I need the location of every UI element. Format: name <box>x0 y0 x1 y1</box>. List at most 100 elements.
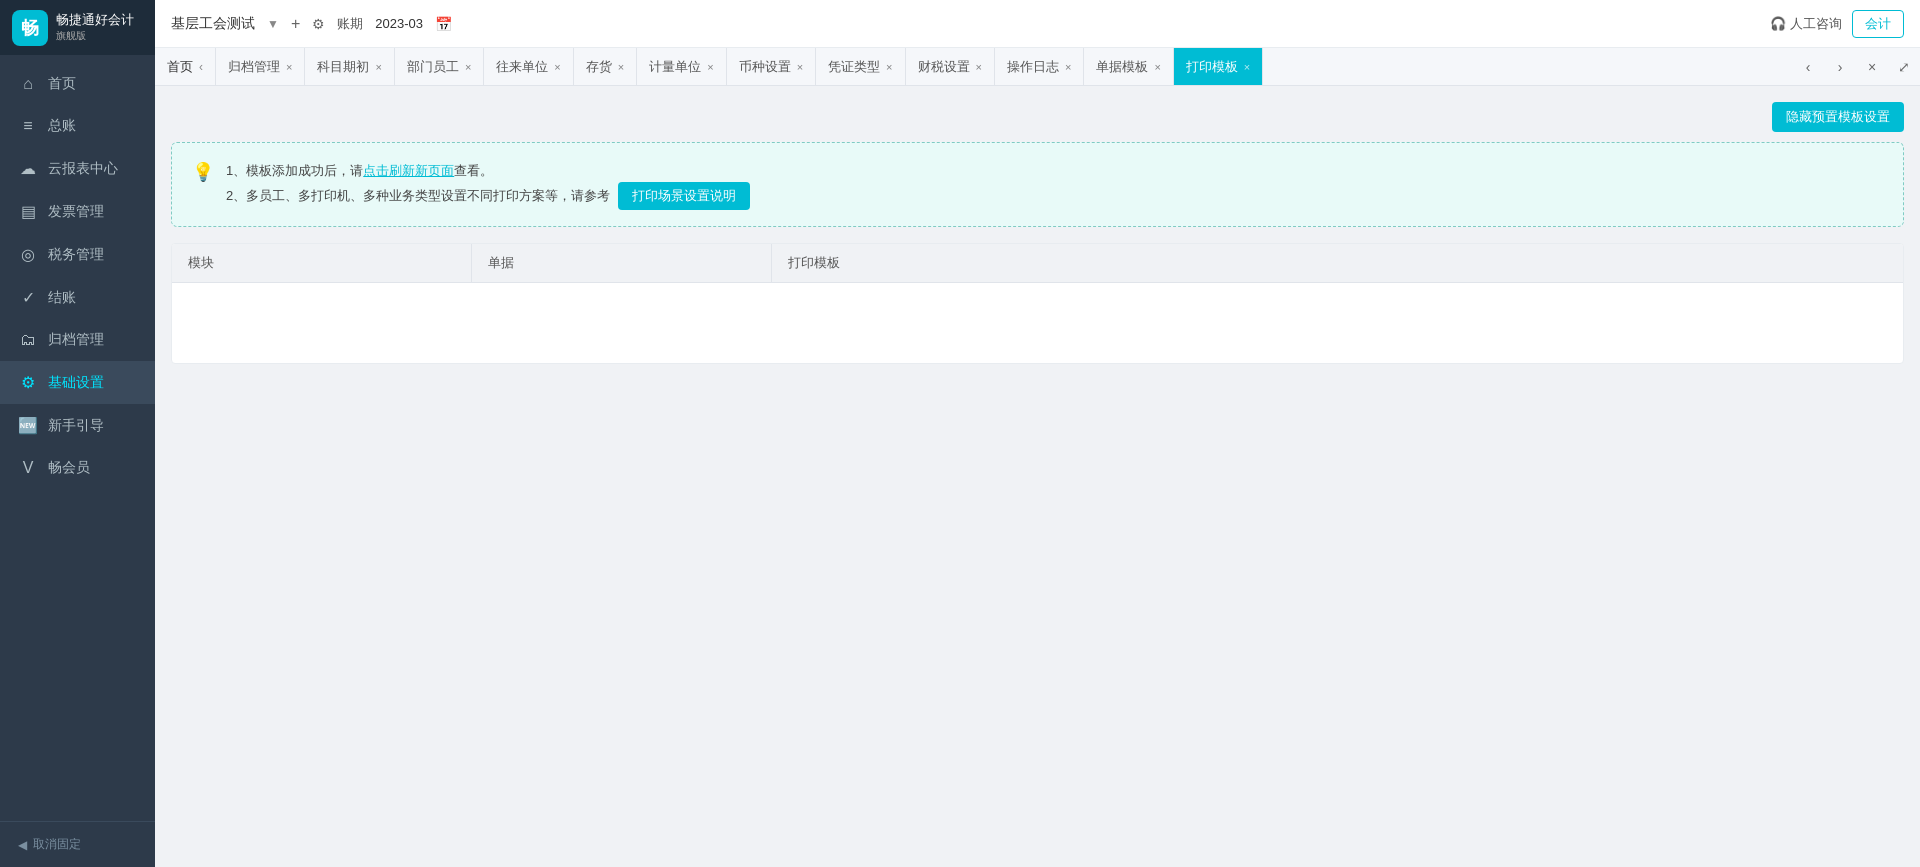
tab-stock[interactable]: 存货 × <box>574 48 637 86</box>
tab-scroll-right[interactable]: › <box>1824 48 1856 86</box>
top-right: 🎧 人工咨询 会计 <box>1770 10 1904 38</box>
tab-print-close[interactable]: × <box>1244 61 1250 73</box>
sidebar-nav: ⌂ 首页 ≡ 总账 ☁ 云报表中心 ▤ 发票管理 ◎ 税务管理 ✓ 结账 🗂 归… <box>0 55 155 821</box>
logo-icon: 畅 <box>12 10 48 46</box>
info-line2-before: 2、多员工、多打印机、多种业务类型设置不同打印方案等，请参考 <box>226 188 610 203</box>
tab-home[interactable]: 首页 ‹ <box>155 48 216 86</box>
tab-voucher-label: 凭证类型 <box>828 58 880 76</box>
archive-icon: 🗂 <box>18 331 38 349</box>
sidebar-item-label: 总账 <box>48 117 76 135</box>
sidebar-item-label: 新手引导 <box>48 417 104 435</box>
info-refresh-link[interactable]: 点击刷新新页面 <box>363 163 454 178</box>
company-name: 基层工会测试 <box>171 15 255 33</box>
col-module: 模块 <box>172 244 472 282</box>
tab-oplog[interactable]: 操作日志 × <box>995 48 1084 86</box>
info-content: 1、模板添加成功后，请点击刷新新页面查看。 2、多员工、多打印机、多种业务类型设… <box>226 159 1883 210</box>
tax-icon: ◎ <box>18 245 38 264</box>
company-dropdown-icon[interactable]: ▼ <box>267 17 279 31</box>
headset-icon: 🎧 <box>1770 16 1786 31</box>
sidebar-item-invoice[interactable]: ▤ 发票管理 <box>0 190 155 233</box>
hide-preview-section: 隐藏预置模板设置 <box>171 102 1904 132</box>
sidebar-item-label: 畅会员 <box>48 459 90 477</box>
data-table: 模块 单据 打印模板 <box>171 243 1904 364</box>
tab-partner-close[interactable]: × <box>554 61 560 73</box>
settings-icon[interactable]: ⚙ <box>312 16 325 32</box>
home-icon: ⌂ <box>18 75 38 93</box>
tab-print[interactable]: 打印模板 × <box>1174 48 1263 86</box>
service-label: 人工咨询 <box>1790 15 1842 33</box>
add-company-icon[interactable]: + <box>291 15 300 33</box>
top-bar: 基层工会测试 ▼ + ⚙ 账期 2023-03 📅 🎧 人工咨询 会计 <box>155 0 1920 48</box>
info-box: 💡 1、模板添加成功后，请点击刷新新页面查看。 2、多员工、多打印机、多种业务类… <box>171 142 1904 227</box>
service-button[interactable]: 🎧 人工咨询 <box>1770 15 1842 33</box>
tab-receipt[interactable]: 单据模板 × <box>1084 48 1173 86</box>
unpin-label: 取消固定 <box>33 836 81 853</box>
tab-archive[interactable]: 归档管理 × <box>216 48 305 86</box>
sidebar-item-home[interactable]: ⌂ 首页 <box>0 63 155 105</box>
tab-oplog-close[interactable]: × <box>1065 61 1071 73</box>
hide-preview-button[interactable]: 隐藏预置模板设置 <box>1772 102 1904 132</box>
tab-dept[interactable]: 部门员工 × <box>395 48 484 86</box>
logo-title: 畅捷通好会计 <box>56 12 134 29</box>
table-body <box>172 283 1903 363</box>
basic-icon: ⚙ <box>18 373 38 392</box>
sidebar-item-label: 发票管理 <box>48 203 104 221</box>
tab-dept-close[interactable]: × <box>465 61 471 73</box>
tab-stock-close[interactable]: × <box>618 61 624 73</box>
tab-partner[interactable]: 往来单位 × <box>484 48 573 86</box>
tab-archive-close[interactable]: × <box>286 61 292 73</box>
tab-subject-close[interactable]: × <box>375 61 381 73</box>
tab-tax-setting-close[interactable]: × <box>976 61 982 73</box>
tab-stock-label: 存货 <box>586 58 612 76</box>
tab-currency-close[interactable]: × <box>797 61 803 73</box>
table-header: 模块 单据 打印模板 <box>172 244 1903 283</box>
sidebar-item-guide[interactable]: 🆕 新手引导 <box>0 404 155 447</box>
main-area: 基层工会测试 ▼ + ⚙ 账期 2023-03 📅 🎧 人工咨询 会计 首页 ‹… <box>155 0 1920 867</box>
tab-print-label: 打印模板 <box>1186 58 1238 76</box>
info-line1-after: 查看。 <box>454 163 493 178</box>
ledger-icon: ≡ <box>18 117 38 135</box>
tab-unit[interactable]: 计量单位 × <box>637 48 726 86</box>
tab-unit-label: 计量单位 <box>649 58 701 76</box>
tab-currency[interactable]: 币种设置 × <box>727 48 816 86</box>
sidebar-item-archive[interactable]: 🗂 归档管理 <box>0 319 155 361</box>
sidebar-item-checkout[interactable]: ✓ 结账 <box>0 276 155 319</box>
account-button[interactable]: 会计 <box>1852 10 1904 38</box>
sidebar-item-member[interactable]: V 畅会员 <box>0 447 155 489</box>
tab-receipt-close[interactable]: × <box>1154 61 1160 73</box>
sidebar-item-tax[interactable]: ◎ 税务管理 <box>0 233 155 276</box>
tab-voucher[interactable]: 凭证类型 × <box>816 48 905 86</box>
sidebar-item-label: 税务管理 <box>48 246 104 264</box>
info-line-2: 2、多员工、多打印机、多种业务类型设置不同打印方案等，请参考 打印场景设置说明 <box>226 182 1883 210</box>
tab-fullscreen[interactable]: ⤢ <box>1888 48 1920 86</box>
tab-subject[interactable]: 科目期初 × <box>305 48 394 86</box>
sidebar-item-report[interactable]: ☁ 云报表中心 <box>0 147 155 190</box>
col-receipt: 单据 <box>472 244 772 282</box>
tab-scroll-left[interactable]: ‹ <box>1792 48 1824 86</box>
sidebar-item-label: 基础设置 <box>48 374 104 392</box>
print-scene-button[interactable]: 打印场景设置说明 <box>618 182 750 210</box>
tab-close-all[interactable]: × <box>1856 48 1888 86</box>
sidebar-item-basic[interactable]: ⚙ 基础设置 <box>0 361 155 404</box>
unpin-button[interactable]: ◀ 取消固定 <box>0 821 155 867</box>
report-icon: ☁ <box>18 159 38 178</box>
tab-home-label: 首页 <box>167 58 193 76</box>
tab-unit-close[interactable]: × <box>707 61 713 73</box>
tab-tax-setting-label: 财税设置 <box>918 58 970 76</box>
content-area: 隐藏预置模板设置 💡 1、模板添加成功后，请点击刷新新页面查看。 2、多员工、多… <box>155 86 1920 867</box>
calendar-icon[interactable]: 📅 <box>435 16 452 32</box>
tab-oplog-label: 操作日志 <box>1007 58 1059 76</box>
tab-dept-label: 部门员工 <box>407 58 459 76</box>
info-line-1: 1、模板添加成功后，请点击刷新新页面查看。 <box>226 159 1883 182</box>
checkout-icon: ✓ <box>18 288 38 307</box>
tab-voucher-close[interactable]: × <box>886 61 892 73</box>
tab-receipt-label: 单据模板 <box>1096 58 1148 76</box>
tab-tax-setting[interactable]: 财税设置 × <box>906 48 995 86</box>
sidebar-item-ledger[interactable]: ≡ 总账 <box>0 105 155 147</box>
sidebar-item-label: 云报表中心 <box>48 160 118 178</box>
sidebar-item-label: 归档管理 <box>48 331 104 349</box>
sidebar: 畅 畅捷通好会计 旗舰版 ⌂ 首页 ≡ 总账 ☁ 云报表中心 ▤ 发票管理 ◎ … <box>0 0 155 867</box>
tab-partner-label: 往来单位 <box>496 58 548 76</box>
sidebar-item-label: 首页 <box>48 75 76 93</box>
info-line1-before: 1、模板添加成功后，请 <box>226 163 363 178</box>
